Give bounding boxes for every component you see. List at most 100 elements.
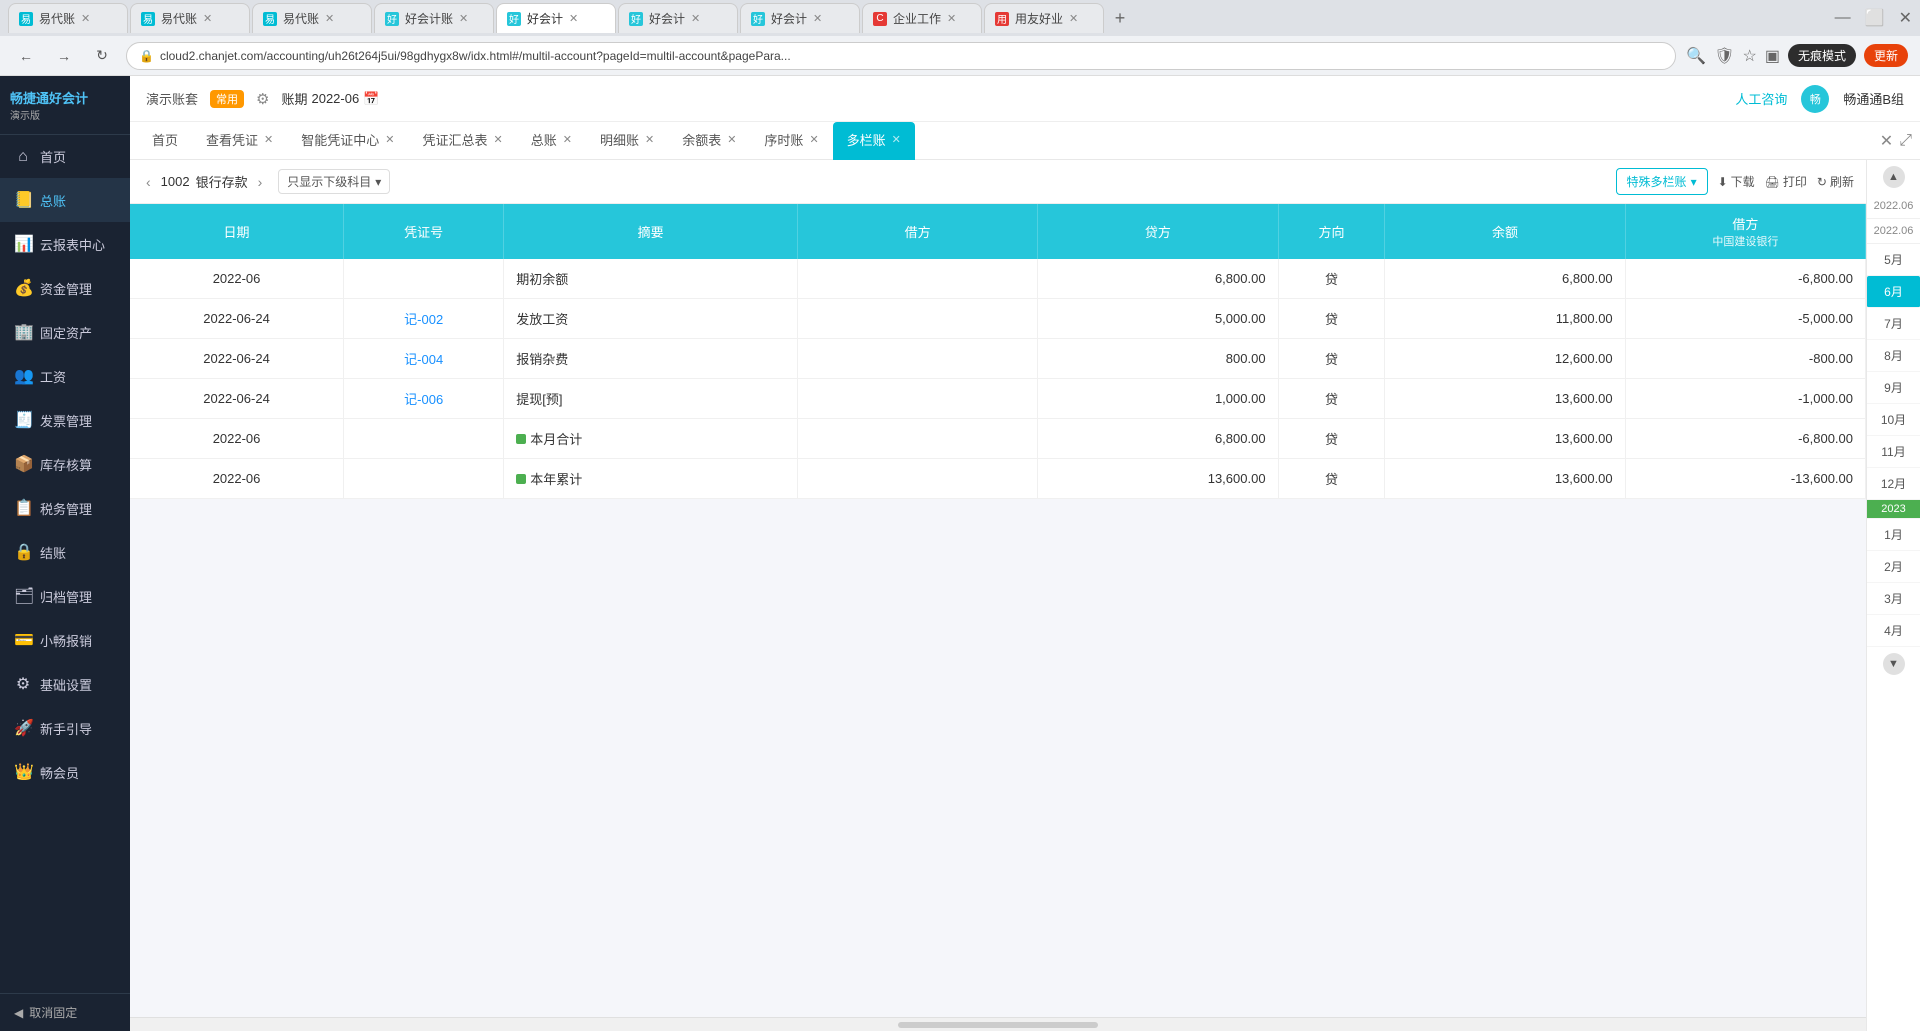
tab-close-balance[interactable]: ✕	[727, 133, 736, 146]
browser-tab-3[interactable]: 易 易代账 ✕	[252, 3, 372, 33]
new-tab-button[interactable]: +	[1106, 4, 1134, 32]
reload-button[interactable]: ↻	[88, 42, 116, 70]
special-multi-column-button[interactable]: 特殊多栏账 ▾	[1616, 168, 1708, 195]
sidebar-toggle-icon[interactable]: ▣	[1765, 46, 1780, 66]
tab-close-detail-ledger[interactable]: ✕	[645, 133, 654, 146]
update-button[interactable]: 更新	[1864, 44, 1908, 67]
tab-close-1[interactable]: ✕	[81, 12, 90, 25]
tab-close-6[interactable]: ✕	[691, 12, 700, 25]
month-item-feb[interactable]: 2月	[1867, 551, 1920, 583]
month-item-december[interactable]: 12月	[1867, 468, 1920, 500]
month-scroll-down-button[interactable]: ▼	[1883, 653, 1905, 675]
voucher-link-2[interactable]: 记-004	[404, 352, 443, 367]
month-item-mar[interactable]: 3月	[1867, 583, 1920, 615]
sidebar-item-expense[interactable]: 💳 小畅报销	[0, 618, 130, 662]
month-item-jan[interactable]: 1月	[1867, 519, 1920, 551]
cell-voucher-5[interactable]	[344, 459, 504, 499]
sidebar-item-inventory[interactable]: 📦 库存核算	[0, 442, 130, 486]
tab-close-4[interactable]: ✕	[459, 12, 468, 25]
month-item-august[interactable]: 8月	[1867, 340, 1920, 372]
tab-sequence[interactable]: 序时账 ✕	[750, 122, 832, 160]
month-item-july[interactable]: 7月	[1867, 308, 1920, 340]
month-item-november[interactable]: 11月	[1867, 436, 1920, 468]
tab-close-sequence[interactable]: ✕	[809, 133, 818, 146]
next-account-button[interactable]: ›	[254, 172, 267, 192]
download-button[interactable]: ⬇ 下载	[1718, 173, 1755, 190]
month-item-october[interactable]: 10月	[1867, 404, 1920, 436]
tab-close-general-ledger[interactable]: ✕	[563, 133, 572, 146]
month-item-september[interactable]: 9月	[1867, 372, 1920, 404]
consult-label[interactable]: 人工咨询	[1735, 89, 1787, 108]
voucher-link-1[interactable]: 记-002	[404, 312, 443, 327]
sidebar-item-funds[interactable]: 💰 资金管理	[0, 266, 130, 310]
browser-tab-9[interactable]: 用 用友好业 ✕	[984, 3, 1104, 33]
tab-close-2[interactable]: ✕	[203, 12, 212, 25]
forward-button[interactable]: →	[50, 42, 78, 70]
cell-voucher-4[interactable]	[344, 419, 504, 459]
tab-home[interactable]: 首页	[138, 122, 192, 160]
star-icon[interactable]: ☆	[1743, 46, 1757, 66]
cell-voucher-3[interactable]: 记-006	[344, 379, 504, 419]
cell-voucher-2[interactable]: 记-004	[344, 339, 504, 379]
tab-smart-voucher[interactable]: 智能凭证中心 ✕	[287, 122, 408, 160]
sidebar-item-home[interactable]: ⌂ 首页	[0, 135, 130, 178]
account-badge[interactable]: 常用	[210, 90, 244, 108]
tab-detail-ledger[interactable]: 明细账 ✕	[586, 122, 668, 160]
sidebar-item-guide[interactable]: 🚀 新手引导	[0, 706, 130, 750]
browser-tab-8[interactable]: C 企业工作 ✕	[862, 3, 982, 33]
tab-close-multi-column[interactable]: ✕	[892, 133, 901, 146]
sub-account-filter[interactable]: 只显示下级科目 ▾	[278, 169, 390, 194]
tab-general-ledger[interactable]: 总账 ✕	[517, 122, 586, 160]
tab-expand-icon[interactable]: ⤢	[1899, 132, 1912, 150]
unpin-button[interactable]: ◀ 取消固定	[0, 993, 130, 1031]
tab-multi-column[interactable]: 多栏账 ✕	[833, 122, 915, 160]
tab-view-voucher[interactable]: 查看凭证 ✕	[192, 122, 287, 160]
sidebar-item-vip[interactable]: 👑 畅会员	[0, 750, 130, 794]
sidebar-item-close[interactable]: 🔒 结账	[0, 530, 130, 574]
prev-account-button[interactable]: ‹	[142, 172, 155, 192]
browser-tab-7[interactable]: 好 好会计 ✕	[740, 3, 860, 33]
cell-voucher-0[interactable]	[344, 259, 504, 299]
search-icon[interactable]: 🔍	[1686, 46, 1706, 66]
sidebar-item-settings[interactable]: ⚙ 基础设置	[0, 662, 130, 706]
browser-tab-2[interactable]: 易 易代账 ✕	[130, 3, 250, 33]
horizontal-scrollbar[interactable]	[130, 1017, 1866, 1031]
maximize-button[interactable]: ⬜	[1865, 8, 1885, 28]
tab-close-5[interactable]: ✕	[569, 12, 578, 25]
browser-tab-5[interactable]: 好 好会计 ✕	[496, 3, 616, 33]
address-input[interactable]: 🔒 cloud2.chanjet.com/accounting/uh26t264…	[126, 42, 1676, 70]
sidebar-item-general-ledger[interactable]: 📒 总账	[0, 178, 130, 222]
tab-collapse-icon[interactable]: ✕	[1880, 131, 1893, 151]
user-label[interactable]: 畅通通B组	[1843, 89, 1904, 108]
month-scroll-up-button[interactable]: ▲	[1883, 166, 1905, 188]
tab-close-7[interactable]: ✕	[813, 12, 822, 25]
sidebar-item-assets[interactable]: 🏢 固定资产	[0, 310, 130, 354]
browser-tab-4[interactable]: 好 好会计账 ✕	[374, 3, 494, 33]
browser-tab-1[interactable]: 易 易代账 ✕	[8, 3, 128, 33]
tab-voucher-summary[interactable]: 凭证汇总表 ✕	[408, 122, 516, 160]
sidebar-item-reports[interactable]: 📊 云报表中心	[0, 222, 130, 266]
settings-gear-icon[interactable]: ⚙	[256, 90, 269, 108]
stealth-mode-button[interactable]: 无痕模式	[1788, 44, 1856, 67]
tab-close-3[interactable]: ✕	[325, 12, 334, 25]
tab-close-view-voucher[interactable]: ✕	[264, 133, 273, 146]
month-item-june[interactable]: 6月	[1867, 276, 1920, 308]
sidebar-item-tax[interactable]: 📋 税务管理	[0, 486, 130, 530]
tab-close-8[interactable]: ✕	[947, 12, 956, 25]
refresh-button[interactable]: ↻ 刷新	[1817, 173, 1854, 190]
voucher-link-3[interactable]: 记-006	[404, 392, 443, 407]
back-button[interactable]: ←	[12, 42, 40, 70]
sidebar-item-invoice[interactable]: 🧾 发票管理	[0, 398, 130, 442]
tab-balance[interactable]: 余额表 ✕	[668, 122, 750, 160]
tab-close-voucher-summary[interactable]: ✕	[494, 133, 503, 146]
tab-close-9[interactable]: ✕	[1069, 12, 1078, 25]
minimize-button[interactable]: —	[1835, 9, 1851, 27]
shield-icon[interactable]: 🛡	[1714, 46, 1734, 66]
cell-voucher-1[interactable]: 记-002	[344, 299, 504, 339]
close-window-button[interactable]: ✕	[1899, 8, 1912, 28]
print-button[interactable]: 🖨 打印	[1765, 173, 1807, 190]
month-item-may[interactable]: 5月	[1867, 244, 1920, 276]
sidebar-item-payroll[interactable]: 👥 工资	[0, 354, 130, 398]
month-item-apr[interactable]: 4月	[1867, 615, 1920, 647]
browser-tab-6[interactable]: 好 好会计 ✕	[618, 3, 738, 33]
